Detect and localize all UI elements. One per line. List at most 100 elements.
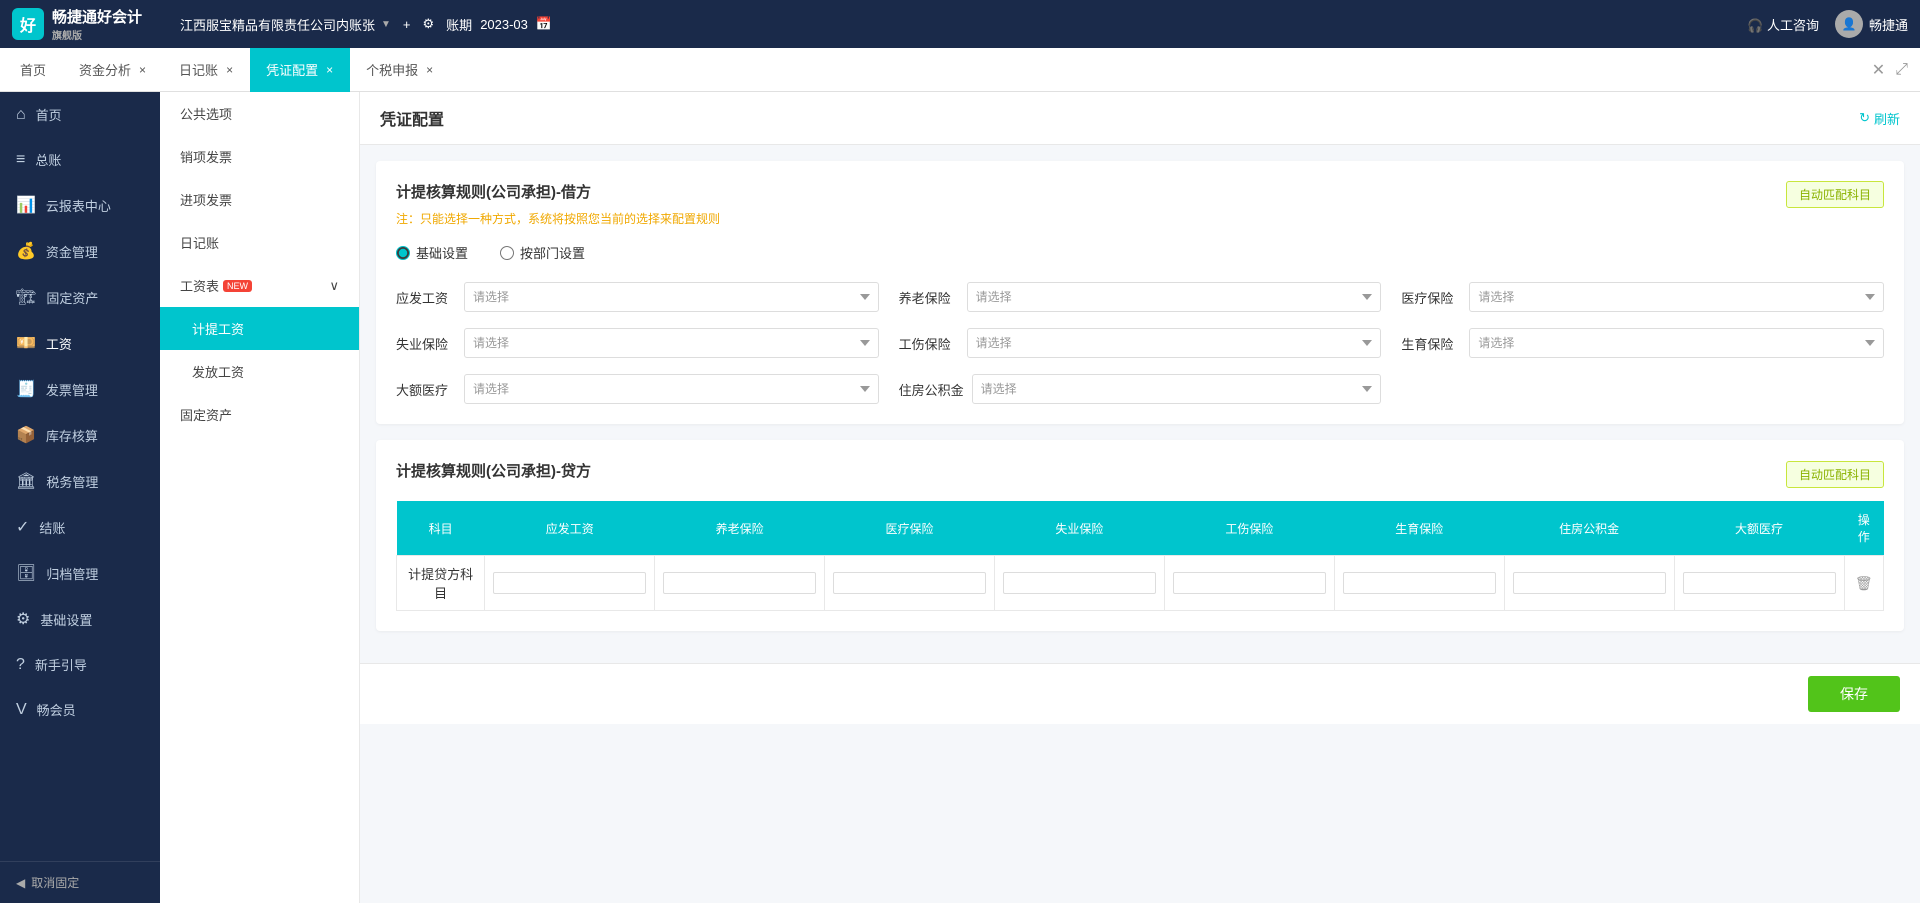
company-dropdown-icon: ▼ [381,19,391,30]
form-select-unemployment[interactable]: 请选择 [464,328,879,358]
col-header-action: 操作 [1844,501,1883,556]
top-right-actions: 🎧 人工咨询 👤 畅捷通 [1747,10,1908,38]
left-nav-journal-label: 日记账 [180,233,219,252]
sidebar-label-salary: 工资 [46,334,72,353]
form-item-unemployment: 失业保险 请选择 [396,328,879,358]
left-nav-accrue-label: 计提工资 [192,319,244,338]
inventory-icon: 📦 [16,425,36,445]
sidebar-label-home: 首页 [36,105,62,124]
salary-icon: 💴 [16,333,36,353]
tab-close-icon[interactable]: ✕ [1872,60,1885,80]
left-nav-public[interactable]: 公共选项 [160,92,359,135]
debit-auto-match-btn[interactable]: 自动匹配科目 [1786,181,1884,208]
tab-home-label: 首页 [20,60,46,79]
sidebar-item-reports[interactable]: 📊 云报表中心 [0,182,160,228]
input-pension[interactable] [663,572,816,594]
input-medical[interactable] [833,572,986,594]
sidebar-item-finance[interactable]: 💰 资金管理 [0,228,160,274]
input-unemployment[interactable] [1003,572,1156,594]
left-nav-purchase-invoice[interactable]: 进项发票 [160,178,359,221]
sidebar-item-archive[interactable]: 🗄 归档管理 [0,550,160,596]
form-select-housing[interactable]: 请选择 [972,374,1382,404]
app-name: 畅捷通好会计 [52,6,142,27]
tab-journal[interactable]: 日记账 × [163,48,250,92]
input-maternity[interactable] [1343,572,1496,594]
top-bar: 好 畅捷通好会计 旗舰版 江西服宝精品有限责任公司内账张 ▼ + ⚙ 账期 20… [0,0,1920,48]
save-bar: 保存 [360,663,1920,724]
save-btn[interactable]: 保存 [1808,676,1900,712]
credit-auto-match-btn[interactable]: 自动匹配科目 [1786,461,1884,488]
radio-basic-input[interactable] [396,246,410,260]
sidebar-item-settings[interactable]: ⚙ 基础设置 [0,596,160,642]
radio-department-input[interactable] [500,246,514,260]
input-big-medical[interactable] [1683,572,1836,594]
form-item-injury: 工伤保险 请选择 [899,328,1382,358]
radio-department[interactable]: 按部门设置 [500,243,585,262]
refresh-btn[interactable]: ↻ 刷新 [1859,109,1900,128]
tab-home[interactable]: 首页 [4,48,63,92]
unpin-btn[interactable]: ◀ 取消固定 [0,861,160,903]
radio-basic[interactable]: 基础设置 [396,243,468,262]
sidebar-item-tax[interactable]: 🏛 税务管理 [0,458,160,504]
form-select-big-medical[interactable]: 请选择 [464,374,879,404]
sidebar-item-invoice[interactable]: 🧾 发票管理 [0,366,160,412]
input-injury[interactable] [1173,572,1326,594]
consult-btn[interactable]: 🎧 人工咨询 [1747,15,1819,34]
sidebar-item-inventory[interactable]: 📦 库存核算 [0,412,160,458]
page-title: 凭证配置 [380,106,444,130]
tab-voucher-close[interactable]: × [326,63,333,77]
left-nav-fixed-assets[interactable]: 固定资产 [160,393,359,436]
sidebar-item-guide[interactable]: ? 新手引导 [0,642,160,687]
form-select-injury[interactable]: 请选择 [967,328,1382,358]
input-salary[interactable] [493,572,646,594]
form-select-medical[interactable]: 请选择 [1469,282,1884,312]
col-header-pension: 养老保险 [655,501,825,556]
sidebar-item-assets[interactable]: 🏗 固定资产 [0,274,160,320]
sidebar-item-vip[interactable]: V 畅会员 [0,687,160,732]
calendar-icon: 📅 [536,16,552,32]
sidebar-item-home[interactable]: ⌂ 首页 [0,92,160,137]
sidebar-label-ledger: 总账 [35,150,61,169]
sidebar-item-ledger[interactable]: ≡ 总账 [0,137,160,182]
tab-tax-close[interactable]: × [426,63,433,77]
period-selector[interactable]: 账期 2023-03 📅 [446,15,552,34]
company-selector[interactable]: 江西服宝精品有限责任公司内账张 ▼ [180,15,391,34]
form-label-salary: 应发工资 [396,288,456,307]
app-logo: 好 畅捷通好会计 旗舰版 [12,6,172,42]
username: 畅捷通 [1869,15,1908,34]
form-label-unemployment: 失业保险 [396,334,456,353]
col-header-medical: 医疗保险 [825,501,995,556]
sidebar-label-reports: 云报表中心 [46,196,111,215]
form-select-maternity[interactable]: 请选择 [1469,328,1884,358]
closing-icon: ✓ [16,517,29,537]
left-nav-payroll-table[interactable]: 工资表 NEW ∨ [160,264,359,307]
tab-expand-icon[interactable]: ⤢ [1895,61,1908,79]
settings-icon[interactable]: ⚙ [423,16,435,32]
tab-capital-close[interactable]: × [139,63,146,77]
user-menu[interactable]: 👤 畅捷通 [1835,10,1908,38]
tab-bar: 首页 资金分析 × 日记账 × 凭证配置 × 个税申报 × ✕ ⤢ [0,48,1920,92]
tab-capital[interactable]: 资金分析 × [63,48,163,92]
left-nav-journal[interactable]: 日记账 [160,221,359,264]
guide-icon: ? [16,656,25,674]
input-housing[interactable] [1513,572,1666,594]
tab-voucher[interactable]: 凭证配置 × [250,48,350,92]
content-body: 计提核算规则(公司承担)-借方 注：只能选择一种方式，系统将按照您当前的选择来配… [360,145,1920,663]
tab-tax[interactable]: 个税申报 × [350,48,450,92]
delete-row-btn[interactable]: 🗑 [1855,575,1873,591]
form-item-pension: 养老保险 请选择 [899,282,1382,312]
form-select-salary[interactable]: 请选择 [464,282,879,312]
form-label-big-medical: 大额医疗 [396,380,456,399]
left-nav-sales-invoice[interactable]: 销项发票 [160,135,359,178]
left-nav-accrue-salary[interactable]: 计提工资 [160,307,359,350]
form-select-pension[interactable]: 请选择 [967,282,1382,312]
left-nav-pay-salary[interactable]: 发放工资 [160,350,359,393]
tab-actions: ✕ ⤢ [1872,60,1920,80]
sidebar-item-closing[interactable]: ✓ 结账 [0,504,160,550]
sidebar-item-salary[interactable]: 💴 工资 [0,320,160,366]
refresh-label: 刷新 [1874,109,1900,128]
add-account-btn[interactable]: + [403,17,411,32]
tab-journal-close[interactable]: × [226,63,233,77]
cell-medical [825,556,995,611]
left-nav-purchase-label: 进项发票 [180,190,232,209]
